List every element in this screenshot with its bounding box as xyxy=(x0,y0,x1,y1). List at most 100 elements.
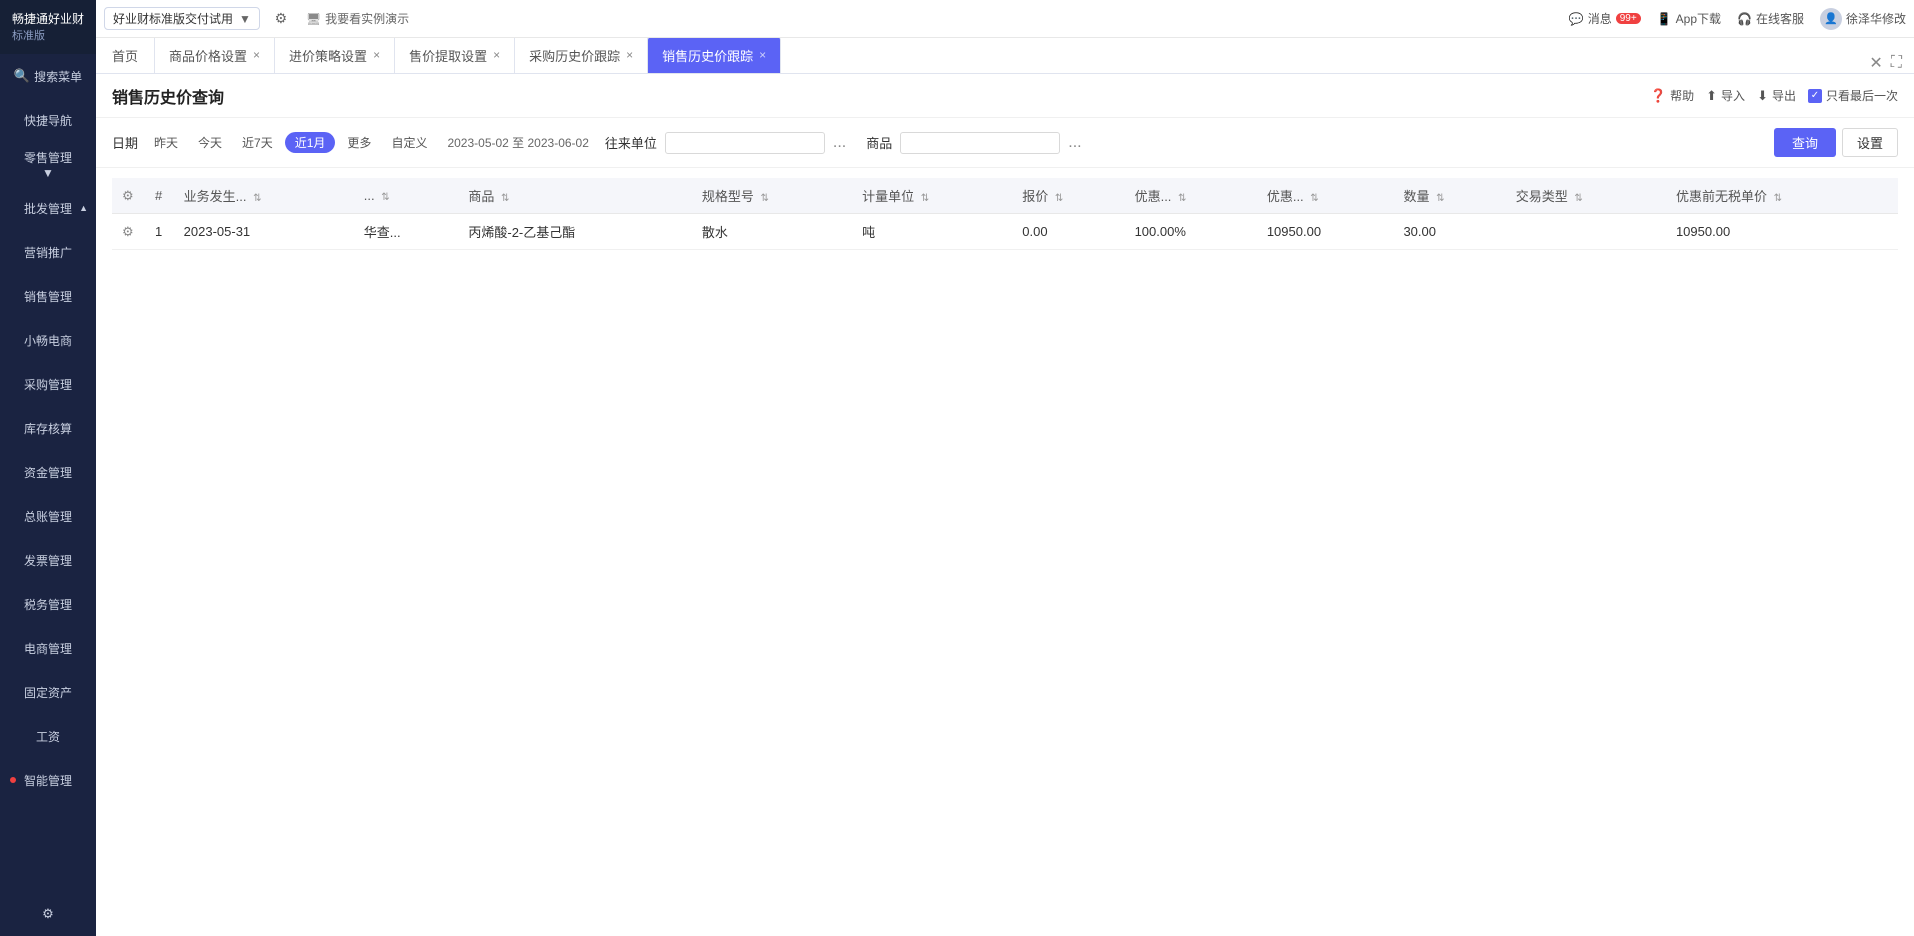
col-spec[interactable]: 规格型号 ⇅ xyxy=(692,178,852,214)
avatar: 👤 xyxy=(1820,8,1842,30)
date-filter-group: 日期 昨天 今天 近7天 近1月 更多 自定义 2023-05-02 至 202… xyxy=(112,132,589,153)
partner-label: 往来单位 xyxy=(605,133,657,152)
col-unit[interactable]: 计量单位 ⇅ xyxy=(852,178,1012,214)
tab-close-icon[interactable]: × xyxy=(759,48,766,62)
sidebar-item-invoice[interactable]: 发票管理 xyxy=(0,538,96,582)
tab-close-icon[interactable]: × xyxy=(626,48,633,62)
sort-icon: ⇅ xyxy=(1574,193,1582,204)
tab-close-icon[interactable]: × xyxy=(253,48,260,62)
sidebar-item-quick-nav[interactable]: 快捷导航 xyxy=(0,98,96,142)
date-btn-today[interactable]: 今天 xyxy=(190,132,230,153)
tab-close-icon[interactable]: × xyxy=(373,48,380,62)
sidebar-item-label: 资金管理 xyxy=(24,464,72,481)
sidebar-item-ledger[interactable]: 总账管理 xyxy=(0,494,96,538)
user-menu[interactable]: 👤 徐泽华修改 xyxy=(1820,8,1906,30)
export-icon: ⬇ xyxy=(1757,88,1768,104)
col-product[interactable]: 商品 ⇅ xyxy=(458,178,692,214)
row-more: 华查... xyxy=(354,214,459,250)
sidebar-item-tax[interactable]: 税务管理 xyxy=(0,582,96,626)
export-btn[interactable]: ⬇ 导出 xyxy=(1757,87,1796,104)
row-product: 丙烯酸-2-乙基己酯 xyxy=(458,214,692,250)
tab-product-price[interactable]: 商品价格设置 × xyxy=(155,38,275,73)
sidebar-item-label: 税务管理 xyxy=(24,596,72,613)
app-download-btn[interactable]: 📱 App下载 xyxy=(1657,10,1721,27)
sidebar-item-label: 小畅电商 xyxy=(24,332,72,349)
sidebar-item-finance[interactable]: 资金管理 xyxy=(0,450,96,494)
import-btn[interactable]: ⬆ 导入 xyxy=(1706,87,1745,104)
row-spec: 散水 xyxy=(692,214,852,250)
demo-label: 我要看实例演示 xyxy=(325,10,409,27)
row-unit: 吨 xyxy=(852,214,1012,250)
monitor-icon: 🖥 xyxy=(306,12,321,26)
tab-home-label: 首页 xyxy=(112,46,138,65)
sidebar-item-ai[interactable]: 智能管理 xyxy=(0,758,96,802)
sidebar-item-label: 批发管理 xyxy=(24,200,72,217)
gear-icon: ⚙ xyxy=(275,10,288,27)
tab-label: 进价策略设置 xyxy=(289,46,367,65)
product-picker-btn[interactable]: ... xyxy=(1064,134,1085,152)
sidebar-item-wholesale[interactable]: 批发管理 xyxy=(0,186,96,230)
row-quantity: 30.00 xyxy=(1393,214,1505,250)
sidebar-item-purchase[interactable]: 采购管理 xyxy=(0,362,96,406)
tab-price-extract[interactable]: 售价提取设置 × xyxy=(395,38,515,73)
close-window-btn[interactable]: ✕ xyxy=(1865,53,1886,73)
app-logo: 畅捷通好业财 标准版 xyxy=(0,0,96,54)
col-trade-type[interactable]: 交易类型 ⇅ xyxy=(1506,178,1666,214)
page-title: 销售历史价查询 xyxy=(112,84,224,108)
sidebar-item-retail[interactable]: 零售管理 xyxy=(0,142,96,186)
col-biz-date[interactable]: 业务发生... ⇅ xyxy=(174,178,354,214)
tab-label: 商品价格设置 xyxy=(169,46,247,65)
date-btn-1month[interactable]: 近1月 xyxy=(285,132,336,153)
date-btn-7days[interactable]: 近7天 xyxy=(234,132,281,153)
sidebar-item-salary[interactable]: 工资 xyxy=(0,714,96,758)
sidebar-item-ecommerce[interactable]: 电商管理 xyxy=(0,626,96,670)
tab-sales-history[interactable]: 销售历史价跟踪 × xyxy=(648,38,781,73)
col-quantity[interactable]: 数量 ⇅ xyxy=(1393,178,1505,214)
sidebar-item-label: 采购管理 xyxy=(24,376,72,393)
topbar-gear-btn[interactable]: ⚙ xyxy=(268,6,294,32)
last-only-checkbox[interactable]: ✓ 只看最后一次 xyxy=(1808,87,1898,104)
help-btn[interactable]: ❓ 帮助 xyxy=(1650,87,1694,104)
sidebar-item-fixed-assets[interactable]: 固定资产 xyxy=(0,670,96,714)
date-btn-more[interactable]: 更多 xyxy=(339,132,379,153)
tab-purchase-strategy[interactable]: 进价策略设置 × xyxy=(275,38,395,73)
tab-close-icon[interactable]: × xyxy=(493,48,500,62)
sales-history-table: ⚙ # 业务发生... ⇅ ... ⇅ 商品 ⇅ xyxy=(112,178,1898,250)
col-discount2[interactable]: 优惠... ⇅ xyxy=(1257,178,1394,214)
col-discount1[interactable]: 优惠... ⇅ xyxy=(1125,178,1257,214)
search-actions: 查询 设置 xyxy=(1774,128,1898,157)
tab-label: 售价提取设置 xyxy=(409,46,487,65)
partner-input[interactable] xyxy=(665,132,825,154)
query-button[interactable]: 查询 xyxy=(1774,128,1836,157)
sidebar-item-label: 工资 xyxy=(36,728,60,745)
row-gear[interactable]: ⚙ xyxy=(112,214,144,250)
sidebar-item-sales[interactable]: 销售管理 xyxy=(0,274,96,318)
table-container: ⚙ # 业务发生... ⇅ ... ⇅ 商品 ⇅ xyxy=(96,168,1914,936)
sidebar-item-marketing[interactable]: 营销推广 xyxy=(0,230,96,274)
sidebar-settings-btn[interactable]: ⚙ xyxy=(0,892,96,936)
online-service-btn[interactable]: 🎧 在线客服 xyxy=(1737,10,1804,27)
col-list-price[interactable]: 报价 ⇅ xyxy=(1012,178,1124,214)
settings-icon: ⚙ xyxy=(42,906,54,922)
product-input[interactable] xyxy=(900,132,1060,154)
col-pretax-price[interactable]: 优惠前无税单价 ⇅ xyxy=(1666,178,1898,214)
tab-purchase-history[interactable]: 采购历史价跟踪 × xyxy=(515,38,648,73)
tab-home[interactable]: 首页 xyxy=(96,38,155,73)
sidebar-item-inventory[interactable]: 库存核算 xyxy=(0,406,96,450)
col-gear[interactable]: ⚙ xyxy=(112,178,144,214)
message-btn[interactable]: 💬 消息 99+ xyxy=(1569,10,1641,27)
partner-picker-btn[interactable]: ... xyxy=(829,134,850,152)
settings-button[interactable]: 设置 xyxy=(1842,128,1898,157)
maximize-window-btn[interactable]: ⛶ xyxy=(1887,54,1906,72)
sort-icon: ⇅ xyxy=(1310,193,1318,204)
version-selector[interactable]: 好业财标准版交付试用 ▼ xyxy=(104,7,260,30)
sidebar-item-label: 电商管理 xyxy=(24,640,72,657)
date-btn-yesterday[interactable]: 昨天 xyxy=(146,132,186,153)
sidebar: 畅捷通好业财 标准版 🔍 搜索菜单 快捷导航 零售管理 批发管理 营销推广 销售… xyxy=(0,0,96,936)
sidebar-search[interactable]: 🔍 搜索菜单 xyxy=(0,54,96,98)
date-btn-custom[interactable]: 自定义 xyxy=(383,132,435,153)
topbar: 好业财标准版交付试用 ▼ ⚙ 🖥 我要看实例演示 💬 消息 99+ 📱 App下… xyxy=(96,0,1914,38)
demo-btn[interactable]: 🖥 我要看实例演示 xyxy=(306,10,409,27)
sidebar-item-ecommerce-small[interactable]: 小畅电商 xyxy=(0,318,96,362)
col-more[interactable]: ... ⇅ xyxy=(354,178,459,214)
